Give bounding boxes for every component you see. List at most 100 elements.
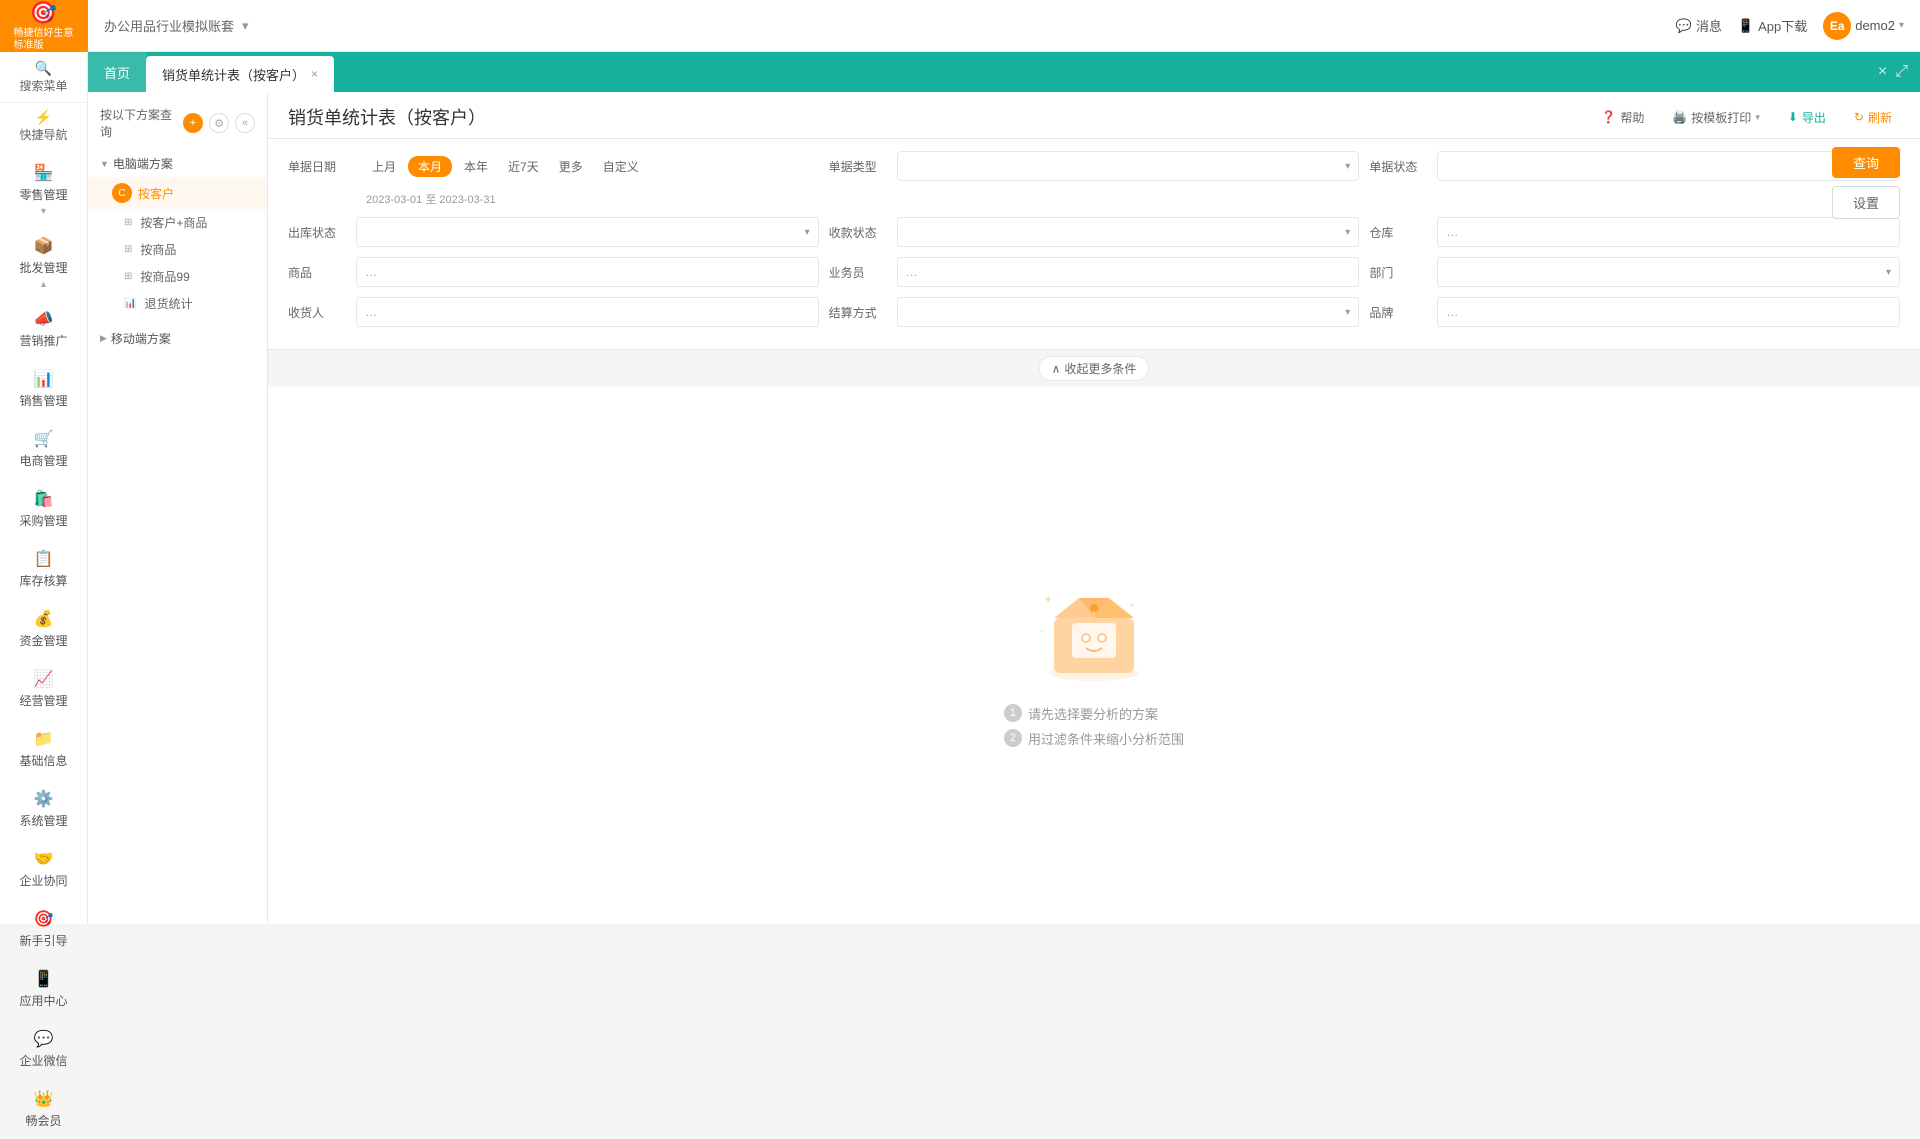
sidebar-item-inventory[interactable]: 📋 库存核算 (0, 539, 87, 599)
tab-close-icon[interactable]: × (311, 67, 318, 81)
department-select[interactable]: ▾ (1437, 257, 1900, 287)
this-year-tab[interactable]: 本年 (456, 156, 496, 177)
tab-sales-stats[interactable]: 销货单统计表（按客户） × (146, 56, 334, 92)
sidebar-item-retail[interactable]: 🏪 零售管理 ▼ (0, 153, 87, 226)
order-type-select[interactable]: ▾ (897, 151, 1360, 181)
print-icon: 🖨️ (1672, 110, 1687, 124)
order-type-cell: 单据类型 ▾ (829, 151, 1360, 181)
mobile-group: ▶ 移动端方案 (88, 321, 267, 356)
page-title: 销货单统计表（按客户） (288, 104, 486, 130)
warehouse-cell: 仓库 … (1369, 217, 1900, 247)
hint-2-label: 用过滤条件来缩小分析范围 (1028, 729, 1184, 748)
top-header: 办公用品行业模拟账套 ▾ 💬 消息 📱 App下载 Ea demo2 ▾ (88, 0, 1920, 52)
empty-hint-2: 2 用过滤条件来缩小分析范围 (1004, 729, 1184, 748)
left-panel-title: 按以下方案查询 (100, 106, 183, 140)
sidebar-item-wechat[interactable]: 💬 企业微信 (0, 1019, 87, 1079)
home-tab-label: 首页 (104, 63, 130, 82)
svg-text:✦: ✦ (1044, 595, 1052, 606)
tab-home[interactable]: 首页 (88, 52, 146, 92)
department-arrow: ▾ (1886, 267, 1891, 278)
order-status-select[interactable]: ▾ (1437, 151, 1900, 181)
salesperson-cell: 业务员 … (829, 257, 1360, 287)
hint-num-1: 1 (1004, 704, 1022, 722)
warehouse-input[interactable]: … (1437, 217, 1900, 247)
refresh-btn[interactable]: ↻ 刷新 (1846, 105, 1900, 130)
sidebar-item-ops[interactable]: 📈 经营管理 (0, 659, 87, 719)
payment-method-select[interactable]: ▾ (897, 297, 1360, 327)
consignee-input[interactable]: … (356, 297, 819, 327)
sidebar-item-sales[interactable]: 📊 销售管理 (0, 359, 87, 419)
hint-1-label: 请先选择要分析的方案 (1028, 704, 1158, 723)
collab-icon: 🤝 (34, 849, 54, 869)
sidebar-item-system[interactable]: ⚙️ 系统管理 (0, 779, 87, 839)
settings-scheme-btn[interactable]: ⚙ (209, 113, 229, 133)
order-status-cell: 单据状态 ▾ (1369, 151, 1900, 181)
by-customer-label: 按客户 (138, 185, 174, 202)
shipping-select[interactable]: ▾ (356, 217, 819, 247)
sidebar: 🎯 畅捷信好生意 标准版 🔍 搜索菜单 ⚡ 快捷导航 🏪 零售管理 ▼ 📦 批发… (0, 0, 88, 924)
salesperson-label: 业务员 (829, 264, 889, 281)
sidebar-item-finance[interactable]: 💰 资金管理 (0, 599, 87, 659)
sales-icon: 📊 (34, 369, 54, 389)
salesperson-input[interactable]: … (897, 257, 1360, 287)
user-dropdown-icon: ▾ (1899, 20, 1904, 31)
payment-select[interactable]: ▾ (897, 217, 1360, 247)
collapse-panel-btn[interactable]: « (235, 113, 255, 133)
7days-tab[interactable]: 近7天 (500, 156, 547, 177)
mobile-group-header[interactable]: ▶ 移动端方案 (88, 325, 267, 352)
messages-btn[interactable]: 💬 消息 (1676, 16, 1722, 35)
vip-icon: 👑 (34, 1089, 54, 1109)
payment-cell: 收款状态 ▾ (829, 217, 1360, 247)
shipping-cell: 出库状态 ▾ (288, 217, 819, 247)
help-btn[interactable]: ❓ 帮助 (1593, 105, 1652, 130)
sidebar-item-apps[interactable]: 📱 应用中心 (0, 959, 87, 1019)
basic-icon: 📁 (34, 729, 54, 749)
more-tab[interactable]: 更多 (551, 156, 591, 177)
sidebar-item-marketing[interactable]: 📣 营销推广 (0, 299, 87, 359)
sidebar-item-collab[interactable]: 🤝 企业协同 (0, 839, 87, 899)
tab-bar: 首页 销货单统计表（按客户） × × ⤢ (88, 52, 1920, 92)
sidebar-item-guide[interactable]: 🎯 新手引导 (0, 899, 87, 959)
department-label: 部门 (1369, 264, 1429, 281)
sidebar-item-ecom[interactable]: 🛒 电商管理 (0, 419, 87, 479)
tree-item-return-stats[interactable]: 📊 退货统计 (88, 290, 267, 317)
sidebar-item-basic[interactable]: 📁 基础信息 (0, 719, 87, 779)
tree-item-by-customer-goods[interactable]: ⊞ 按客户+商品 (88, 209, 267, 236)
collapse-btn[interactable]: ∧ 收起更多条件 (1039, 356, 1150, 381)
add-scheme-btn[interactable]: + (183, 113, 203, 133)
tree-item-by-goods[interactable]: ⊞ 按商品 (88, 236, 267, 263)
ops-icon: 📈 (34, 669, 54, 689)
logo-text: 畅捷信好生意 标准版 (14, 28, 74, 52)
shipping-label: 出库状态 (288, 224, 348, 241)
apps-icon: 📱 (34, 969, 54, 989)
tree-item-by-customer[interactable]: C 按客户 (88, 177, 267, 209)
tree-item-by-goods-99[interactable]: ⊞ 按商品99 (88, 263, 267, 290)
goods-indent: ⊞ (124, 244, 132, 255)
filter-area: 单据日期 上月 本月 本年 近7天 更多 自定义 (268, 139, 1920, 350)
inventory-icon: 📋 (34, 549, 54, 569)
dropdown-icon[interactable]: ▾ (242, 18, 249, 34)
desktop-group-header[interactable]: ▼ 电脑端方案 (88, 150, 267, 177)
app-download-btn[interactable]: 📱 App下载 (1738, 16, 1807, 35)
sidebar-item-purchase[interactable]: 🛍️ 采购管理 (0, 479, 87, 539)
left-panel: 按以下方案查询 + ⚙ « ▼ 电脑端方案 C 按客户 ⊞ (88, 92, 268, 924)
prev-month-tab[interactable]: 上月 (364, 156, 404, 177)
brand-input[interactable]: … (1437, 297, 1900, 327)
download-icon: 📱 (1738, 18, 1754, 34)
goods-input[interactable]: … (356, 257, 819, 287)
sidebar-quick-nav[interactable]: ⚡ 快捷导航 (0, 103, 87, 149)
brand-cell: 品牌 … (1369, 297, 1900, 327)
sidebar-item-vip[interactable]: 👑 畅会员 (0, 1079, 87, 1139)
custom-tab[interactable]: 自定义 (595, 156, 647, 177)
window-expand-btn[interactable]: ⤢ (1895, 63, 1908, 81)
svg-text:✦: ✦ (1039, 628, 1044, 635)
hint-num-2: 2 (1004, 729, 1022, 747)
sidebar-search[interactable]: 🔍 搜索菜单 (0, 52, 87, 103)
print-btn[interactable]: 🖨️ 按模板打印 ▾ (1664, 105, 1768, 130)
export-btn[interactable]: ⬇ 导出 (1780, 105, 1834, 130)
window-close-btn[interactable]: × (1878, 63, 1887, 81)
payment-label: 收款状态 (829, 224, 889, 241)
user-profile[interactable]: Ea demo2 ▾ (1823, 12, 1904, 40)
this-month-tab[interactable]: 本月 (408, 156, 452, 177)
sidebar-item-wholesale[interactable]: 📦 批发管理 ▲ (0, 226, 87, 299)
